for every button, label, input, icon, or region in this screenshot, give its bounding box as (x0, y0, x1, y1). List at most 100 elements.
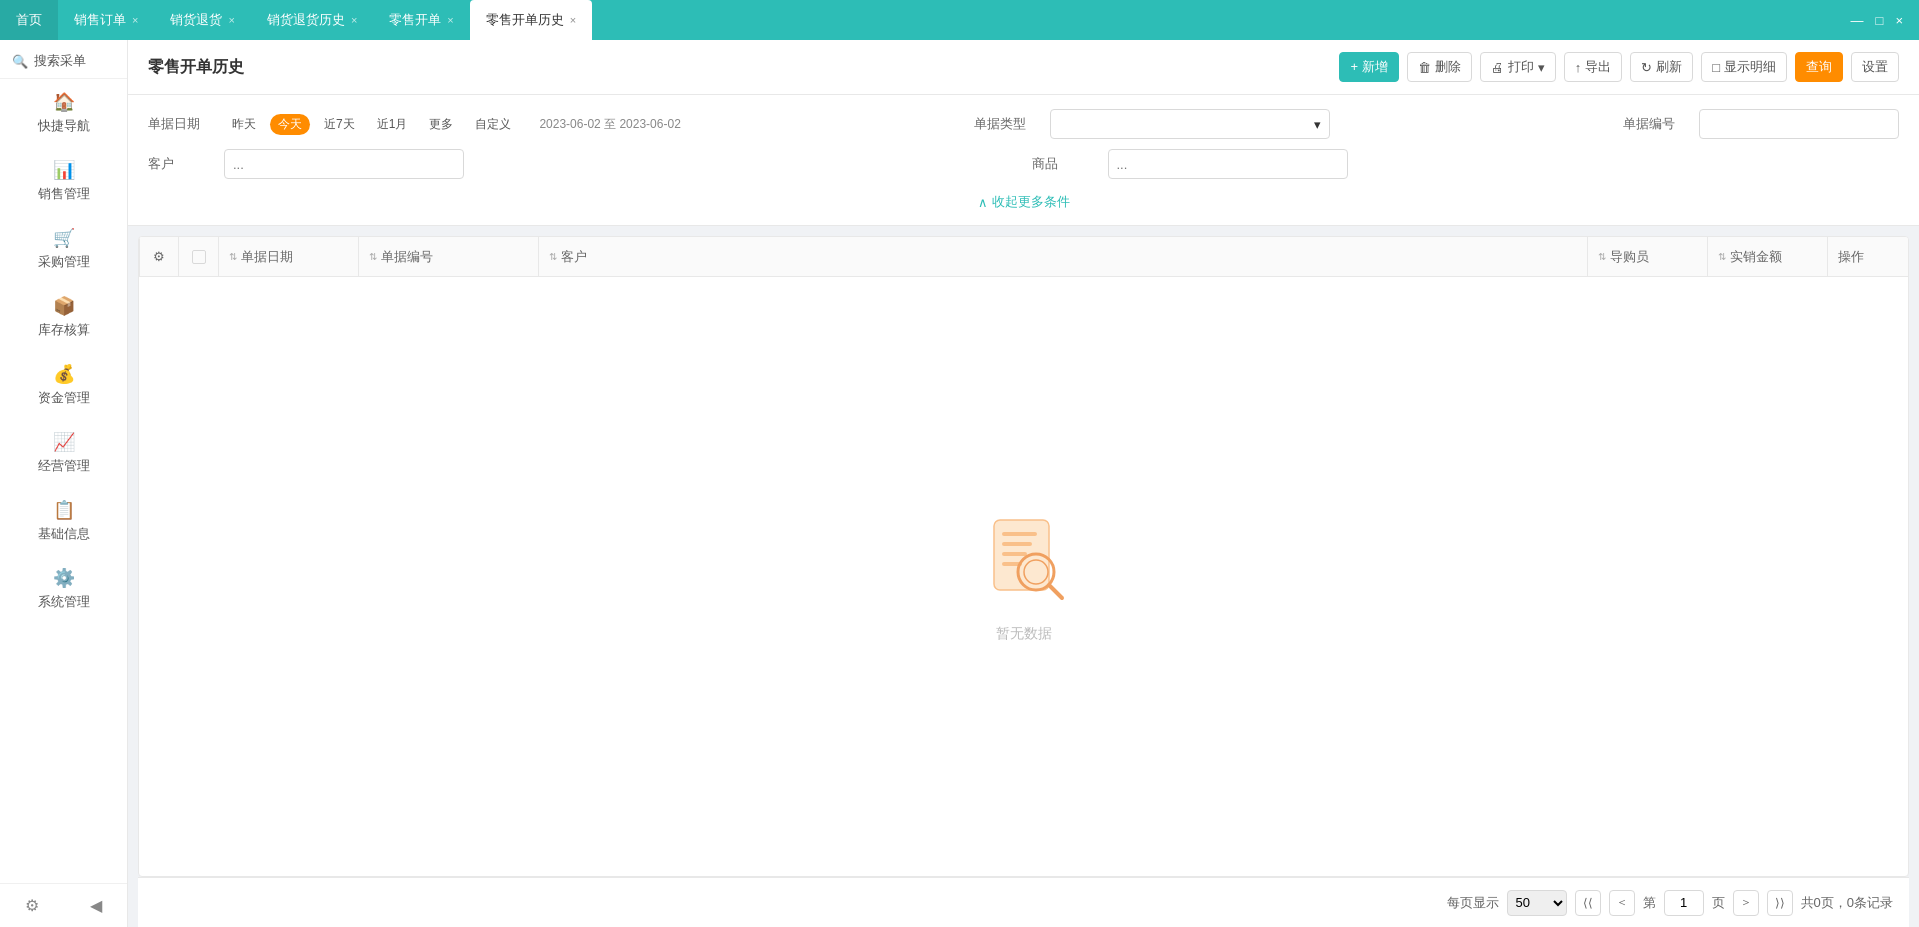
sidebar-collapse-icon[interactable]: ◀ (90, 896, 102, 915)
tab-retail-open-history[interactable]: 零售开单历史 × (470, 0, 592, 40)
per-page-select[interactable]: 10 20 50 100 (1507, 890, 1567, 916)
header-check[interactable] (179, 237, 219, 276)
date-more[interactable]: 更多 (421, 114, 461, 135)
per-page-label: 每页显示 (1447, 894, 1499, 912)
header-settings[interactable]: ⚙ (139, 237, 179, 276)
tab-sales-order-close[interactable]: × (132, 14, 138, 26)
type-select-arrow: ▾ (1314, 117, 1321, 132)
settings-button[interactable]: 设置 (1851, 52, 1899, 82)
restore-btn[interactable]: □ (1876, 13, 1884, 28)
header-date-label: 单据日期 (241, 248, 293, 266)
sort-amount-icon[interactable]: ⇅ (1718, 251, 1726, 262)
customer-input-wrapper[interactable] (224, 149, 464, 179)
prev-page-btn[interactable]: ＜ (1609, 890, 1635, 916)
refresh-button[interactable]: ↻ 刷新 (1630, 52, 1693, 82)
date-label: 单据日期 (148, 115, 208, 133)
svg-rect-2 (1002, 542, 1032, 546)
page-title-toolbar-wrapper: 零售开单历史 + 新增 🗑 删除 🖨 打印 ▾ ↑ 导出 (128, 40, 1919, 95)
query-button[interactable]: 查询 (1795, 52, 1843, 82)
top-tabs-bar: 首页 销售订单 × 销货退货 × 销货退货历史 × 零售开单 × 零售开单历史 … (0, 0, 1919, 40)
tab-retail-open-history-label: 零售开单历史 (486, 11, 564, 29)
num-input-wrapper[interactable] (1699, 109, 1899, 139)
date-yesterday[interactable]: 昨天 (224, 114, 264, 135)
collapse-label: 收起更多条件 (992, 193, 1070, 211)
tab-sales-return-history-close[interactable]: × (351, 14, 357, 26)
tab-home[interactable]: 首页 (0, 0, 58, 40)
sort-date-icon[interactable]: ⇅ (229, 251, 237, 262)
finance-icon: 💰 (53, 363, 75, 385)
add-button[interactable]: + 新增 (1339, 52, 1398, 82)
sidebar-item-quick-nav-label: 快捷导航 (38, 117, 90, 135)
tab-sales-return-history[interactable]: 销货退货历史 × (251, 0, 373, 40)
sidebar-item-business[interactable]: 📈 经营管理 (0, 419, 127, 487)
sort-customer-icon[interactable]: ⇅ (549, 251, 557, 262)
total-info: 共0页，0条记录 (1801, 894, 1893, 912)
page-suffix: 页 (1712, 894, 1725, 912)
first-page-btn[interactable]: ⟨⟨ (1575, 890, 1601, 916)
sidebar-settings-icon[interactable]: ⚙ (25, 896, 39, 915)
quick-nav-icon: 🏠 (53, 91, 75, 113)
tab-sales-order[interactable]: 销售订单 × (58, 0, 154, 40)
date-options: 昨天 今天 近7天 近1月 更多 自定义 (224, 114, 519, 135)
goods-input-wrapper[interactable] (1108, 149, 1348, 179)
sidebar-search-label: 搜索采单 (34, 52, 86, 70)
goods-input[interactable] (1117, 157, 1339, 172)
page-label: 第 (1643, 894, 1656, 912)
filter-row-2: 客户 商品 (148, 149, 1899, 179)
tab-retail-open-label: 零售开单 (389, 11, 441, 29)
sidebar-item-sales-label: 销售管理 (38, 185, 90, 203)
table-header: ⚙ ⇅ 单据日期 ⇅ 单据编号 ⇅ 客户 ⇅ (139, 237, 1908, 277)
export-icon: ↑ (1575, 60, 1582, 75)
num-label: 单据编号 (1623, 115, 1683, 133)
next-page-btn[interactable]: ＞ (1733, 890, 1759, 916)
table-area: ⚙ ⇅ 单据日期 ⇅ 单据编号 ⇅ 客户 ⇅ (138, 236, 1909, 877)
sidebar-search[interactable]: 🔍 搜索采单 (0, 40, 127, 79)
tab-retail-open[interactable]: 零售开单 × (373, 0, 469, 40)
tab-sales-return-close[interactable]: × (228, 14, 234, 26)
page-input[interactable] (1664, 890, 1704, 916)
header-date: ⇅ 单据日期 (219, 237, 359, 276)
show-detail-button[interactable]: □ 显示明细 (1701, 52, 1787, 82)
sidebar-item-quick-nav[interactable]: 🏠 快捷导航 (0, 79, 127, 147)
date-custom[interactable]: 自定义 (467, 114, 519, 135)
last-page-btn[interactable]: ⟩⟩ (1767, 890, 1793, 916)
refresh-label: 刷新 (1656, 58, 1682, 76)
collapse-btn[interactable]: ∧ 收起更多条件 (978, 193, 1070, 211)
sort-guide-icon[interactable]: ⇅ (1598, 251, 1606, 262)
svg-line-7 (1049, 585, 1062, 598)
tab-retail-open-history-close[interactable]: × (570, 14, 576, 26)
empty-text: 暂无数据 (996, 625, 1052, 643)
date-last7[interactable]: 近7天 (316, 114, 363, 135)
content-area: 零售开单历史 + 新增 🗑 删除 🖨 打印 ▾ ↑ 导出 (128, 40, 1919, 927)
purchase-icon: 🛒 (53, 227, 75, 249)
sidebar-item-system[interactable]: ⚙️ 系统管理 (0, 555, 127, 623)
header-guide: ⇅ 导购员 (1588, 237, 1708, 276)
select-all-checkbox[interactable] (192, 250, 206, 264)
main-layout: 🔍 搜索采单 🏠 快捷导航 📊 销售管理 🛒 采购管理 📦 库存核算 💰 资金管… (0, 40, 1919, 927)
minimize-btn[interactable]: — (1851, 13, 1864, 28)
header-customer: ⇅ 客户 (539, 237, 1588, 276)
delete-button[interactable]: 🗑 删除 (1407, 52, 1472, 82)
settings-col-icon: ⚙ (153, 249, 165, 264)
tab-retail-open-close[interactable]: × (447, 14, 453, 26)
sort-num-icon[interactable]: ⇅ (369, 251, 377, 262)
sidebar-item-purchase[interactable]: 🛒 采购管理 (0, 215, 127, 283)
sidebar-item-sales[interactable]: 📊 销售管理 (0, 147, 127, 215)
close-btn[interactable]: × (1895, 13, 1903, 28)
num-input[interactable] (1708, 117, 1890, 132)
print-button[interactable]: 🖨 打印 ▾ (1480, 52, 1556, 82)
export-button[interactable]: ↑ 导出 (1564, 52, 1623, 82)
sidebar-item-basic[interactable]: 📋 基础信息 (0, 487, 127, 555)
print-icon: 🖨 (1491, 60, 1504, 75)
filter-row-1: 单据日期 昨天 今天 近7天 近1月 更多 自定义 2023-06-02 至 2… (148, 109, 1899, 139)
sidebar-item-inventory[interactable]: 📦 库存核算 (0, 283, 127, 351)
sidebar-item-finance[interactable]: 💰 资金管理 (0, 351, 127, 419)
delete-icon: 🗑 (1418, 60, 1431, 75)
date-today[interactable]: 今天 (270, 114, 310, 135)
refresh-icon: ↻ (1641, 60, 1652, 75)
svg-point-6 (1024, 560, 1048, 584)
tab-sales-return[interactable]: 销货退货 × (154, 0, 250, 40)
type-select[interactable]: ▾ (1050, 109, 1329, 139)
customer-input[interactable] (233, 157, 455, 172)
date-last1m[interactable]: 近1月 (369, 114, 416, 135)
